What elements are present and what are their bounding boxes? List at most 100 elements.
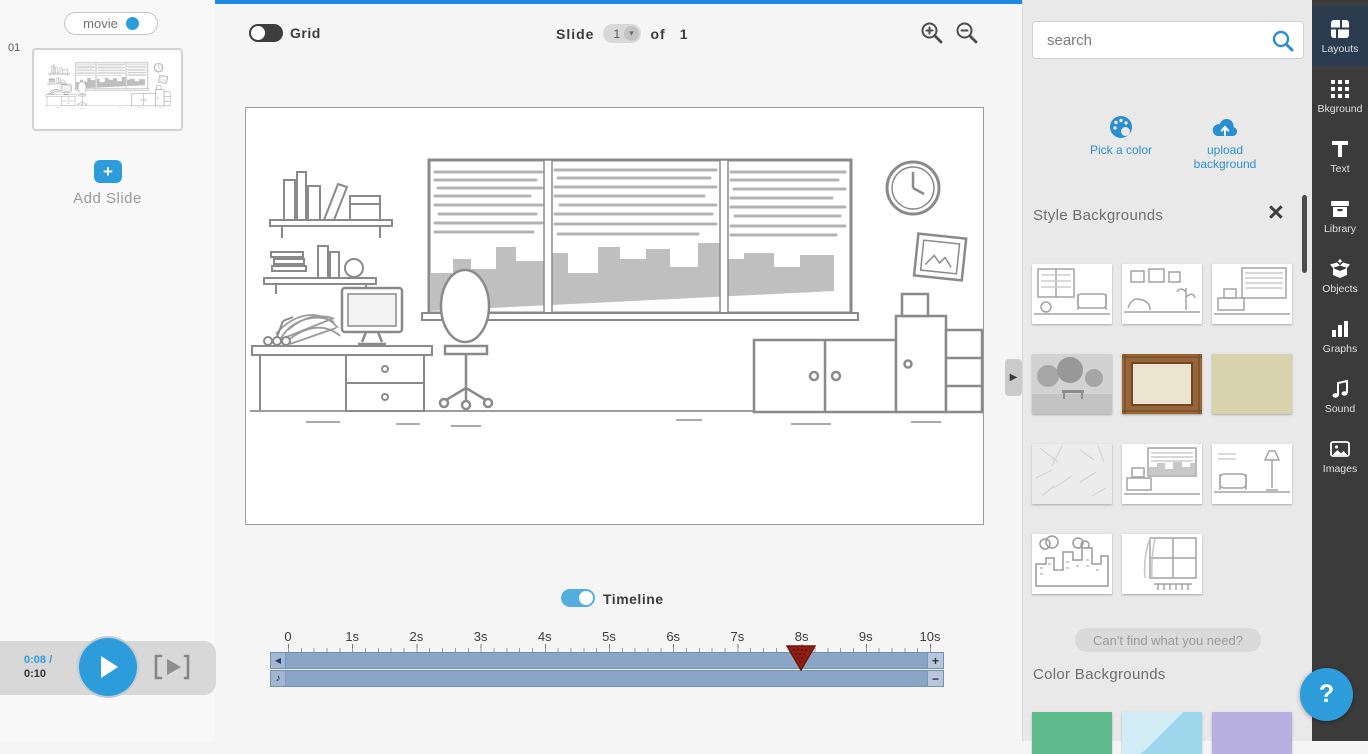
- zoom-in-button[interactable]: [920, 21, 944, 45]
- style-bg-city-skyline[interactable]: [1032, 534, 1112, 594]
- style-bg-paper-texture[interactable]: [1032, 444, 1112, 504]
- tick-label: 5s: [602, 629, 616, 644]
- add-slide-label: Add Slide: [73, 190, 142, 207]
- slide-selector: Slide 1 ▾ of 1: [556, 24, 688, 43]
- plus-icon: +: [103, 161, 113, 181]
- dock-item-text[interactable]: Text: [1312, 126, 1368, 186]
- track-back-button[interactable]: ◀: [271, 653, 286, 668]
- search-icon[interactable]: [1271, 29, 1295, 53]
- right-toolbar: Layouts Bkground Text Library Objects Gr…: [1312, 0, 1368, 741]
- track-bar[interactable]: [286, 653, 927, 668]
- time-current: 0:08 /: [24, 654, 53, 666]
- pick-a-color-button[interactable]: Pick a color: [1069, 112, 1173, 158]
- color-swatch-blue[interactable]: [1122, 712, 1202, 754]
- style-bg-gallery-wall[interactable]: [1122, 264, 1202, 324]
- music-note-icon: ♪: [275, 673, 281, 684]
- cant-find-button[interactable]: Can't find what you need?: [1075, 628, 1261, 652]
- preview-from-here-button[interactable]: [152, 653, 192, 681]
- style-bg-park-photo[interactable]: [1032, 354, 1112, 414]
- playhead-marker[interactable]: [785, 645, 817, 676]
- add-slide-button[interactable]: +: [94, 160, 122, 183]
- time-total: 0:10: [24, 668, 47, 680]
- panel-collapse-handle[interactable]: ▶: [1005, 359, 1022, 396]
- slide-thumbnail-scene: [38, 54, 177, 125]
- dock-label: Objects: [1322, 282, 1358, 295]
- timeline-ruler: 0 1s 2s 3s 4s 5s 6s 7s 8s 9s 10s: [270, 629, 950, 653]
- dock-item-layouts[interactable]: Layouts: [1312, 6, 1368, 66]
- upload-label-line1: upload: [1206, 143, 1244, 157]
- color-swatch-green[interactable]: [1032, 712, 1112, 754]
- dock-item-background[interactable]: Bkground: [1312, 66, 1368, 126]
- zoom-controls: [920, 21, 979, 45]
- library-icon: [1331, 200, 1349, 217]
- panel-scrollbar[interactable]: [1302, 195, 1307, 273]
- dock-label: Library: [1323, 222, 1357, 235]
- style-bg-office-window[interactable]: [1212, 264, 1292, 324]
- timeline-label: Timeline: [603, 591, 664, 607]
- tick-label: 7s: [730, 629, 745, 644]
- dock-item-graphs[interactable]: Graphs: [1312, 306, 1368, 366]
- play-button[interactable]: [79, 638, 137, 696]
- dock-label: Text: [1330, 162, 1350, 175]
- movie-mode-toggle[interactable]: movie: [64, 12, 158, 35]
- zoom-out-button[interactable]: [955, 21, 979, 45]
- dock-label: Graphs: [1322, 342, 1358, 355]
- close-icon[interactable]: ×: [1268, 199, 1284, 226]
- dock-item-images[interactable]: Images: [1312, 426, 1368, 486]
- dock-item-objects[interactable]: Objects: [1312, 246, 1368, 306]
- step-back-icon: ◀: [274, 656, 282, 665]
- slide-thumbnail[interactable]: [32, 48, 183, 131]
- style-bg-window-curtain[interactable]: [1122, 534, 1202, 594]
- tick-label: 8s: [794, 629, 809, 644]
- slide-number-dropdown[interactable]: 1 ▾: [603, 24, 642, 43]
- search-input[interactable]: [1033, 22, 1303, 58]
- tick-label: 1s: [345, 629, 360, 644]
- style-bg-lamp-chair[interactable]: [1212, 444, 1292, 504]
- sound-icon: [1332, 379, 1348, 398]
- help-button[interactable]: ?: [1300, 668, 1353, 721]
- style-bg-beige-solid[interactable]: [1212, 354, 1292, 414]
- playback-time: 0:08 / 0:10: [24, 653, 52, 681]
- tick-label: 4s: [537, 629, 552, 644]
- dock-label: Bkground: [1317, 102, 1363, 115]
- backgrounds-panel: Pick a color upload background Style Bac…: [1022, 0, 1313, 754]
- style-bg-office-desk[interactable]: [1122, 444, 1202, 504]
- slide-canvas[interactable]: [245, 107, 984, 525]
- dock-item-sound[interactable]: Sound: [1312, 366, 1368, 426]
- style-bg-living-room[interactable]: [1032, 264, 1112, 324]
- cloud-upload-icon: [1212, 119, 1238, 137]
- objects-icon: [1330, 258, 1350, 278]
- tick-label: 10s: [919, 629, 941, 644]
- dock-item-library[interactable]: Library: [1312, 186, 1368, 246]
- slide-total-value: 1: [679, 25, 689, 42]
- timeline-toggle-knob: [579, 591, 593, 605]
- pick-a-color-label: Pick a color: [1089, 143, 1153, 157]
- slide-number-value: 1: [613, 26, 622, 41]
- timeline-track-audio[interactable]: ♪ −: [270, 670, 944, 687]
- tick-label: 3s: [473, 629, 488, 644]
- timeline-track-main[interactable]: ◀ +: [270, 652, 944, 669]
- dock-label: Images: [1322, 462, 1358, 475]
- grid-toggle[interactable]: [249, 24, 283, 42]
- dock-label: Layouts: [1321, 42, 1359, 55]
- upload-background-button[interactable]: upload background: [1173, 112, 1277, 172]
- tick-label: 2s: [409, 629, 424, 644]
- audio-bar[interactable]: [286, 671, 927, 686]
- style-backgrounds-header: Style Backgrounds: [1033, 207, 1164, 224]
- play-icon: [101, 656, 118, 678]
- search-box: [1032, 21, 1304, 59]
- style-bg-wood-frame[interactable]: [1122, 354, 1202, 414]
- color-backgrounds-header: Color Backgrounds: [1033, 666, 1166, 683]
- timeline-toggle[interactable]: [561, 589, 595, 607]
- playhead-icon: [785, 645, 817, 672]
- audio-track-button[interactable]: ♪: [271, 671, 286, 686]
- upload-label-line2: background: [1193, 156, 1257, 171]
- grid-toggle-knob: [251, 26, 265, 40]
- grid-label: Grid: [290, 25, 321, 41]
- timeline-zoom-in-button[interactable]: +: [927, 653, 943, 668]
- skip-play-icon: [154, 654, 190, 680]
- color-swatch-purple[interactable]: [1212, 712, 1292, 754]
- slide-index-label: 01: [8, 42, 21, 54]
- question-mark-icon: ?: [1318, 680, 1335, 708]
- timeline-zoom-out-button[interactable]: −: [927, 671, 943, 686]
